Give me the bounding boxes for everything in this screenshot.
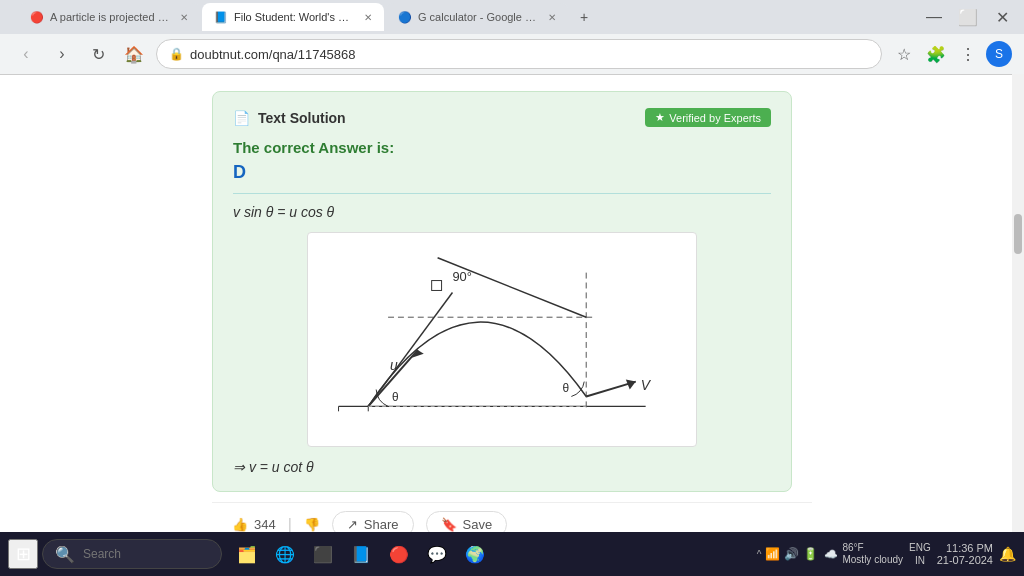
tab2-close[interactable]: ✕ xyxy=(364,12,372,23)
taskbar-icon-earth[interactable]: 🌍 xyxy=(458,537,492,571)
navigation-bar: ‹ › ↻ 🏠 🔒 doubtnut.com/qna/11745868 ☆ 🧩 … xyxy=(0,34,1024,74)
tray-network: 📶 xyxy=(765,547,780,561)
clock-date: 21-07-2024 xyxy=(937,554,993,566)
card-header: 📄 Text Solution ★ Verified by Experts xyxy=(233,108,771,127)
verified-text: Verified by Experts xyxy=(669,112,761,124)
share-button[interactable]: ↗ Share xyxy=(332,511,414,533)
tab2-favicon: 📘 xyxy=(214,11,228,24)
restore-button[interactable]: ⬜ xyxy=(954,3,982,31)
svg-line-5 xyxy=(368,292,452,406)
language-indicator: ENGIN xyxy=(909,541,931,567)
browser-actions: ☆ 🧩 ⋮ S xyxy=(890,40,1012,68)
text-solution-icon: 📄 xyxy=(233,110,250,126)
weather-icon: ☁️ xyxy=(824,548,838,561)
card-title: 📄 Text Solution xyxy=(233,110,346,126)
taskbar: ⊞ 🔍 🗂️ 🌐 ⬛ 📘 🔴 💬 🌍 ^ 📶 🔊 🔋 ☁️ 86°FMostly… xyxy=(0,532,1024,576)
taskbar-right: ^ 📶 🔊 🔋 ☁️ 86°FMostly cloudy ENGIN 11:36… xyxy=(757,541,1016,567)
taskbar-icon-teams[interactable]: 📘 xyxy=(344,537,378,571)
forward-button[interactable]: › xyxy=(48,40,76,68)
taskbar-app-icons: 🗂️ 🌐 ⬛ 📘 🔴 💬 🌍 xyxy=(230,537,492,571)
like-button[interactable]: 👍 344 xyxy=(232,517,276,532)
tab3-favicon: 🔵 xyxy=(398,11,412,24)
tray-chevron[interactable]: ^ xyxy=(757,549,762,560)
result-equation: ⇒ v = u cot θ xyxy=(233,459,771,475)
thumbs-down-icon: 👎 xyxy=(304,517,320,532)
verified-badge: ★ Verified by Experts xyxy=(645,108,771,127)
solution-card: 📄 Text Solution ★ Verified by Experts Th… xyxy=(212,91,792,492)
browser-chrome: 🔴 A particle is projected with a ve ✕ 📘 … xyxy=(0,0,1024,75)
svg-text:θ: θ xyxy=(392,390,399,404)
card-title-text: Text Solution xyxy=(258,110,346,126)
refresh-button[interactable]: ↻ xyxy=(84,40,112,68)
section-divider xyxy=(233,193,771,194)
taskbar-icon-edge[interactable]: 🌐 xyxy=(268,537,302,571)
svg-text:V: V xyxy=(641,377,652,393)
profile-avatar[interactable]: S xyxy=(986,41,1012,67)
taskbar-icon-files[interactable]: 🗂️ xyxy=(230,537,264,571)
svg-rect-15 xyxy=(432,281,442,291)
taskbar-search-box[interactable]: 🔍 xyxy=(42,539,222,569)
tab-particle[interactable]: 🔴 A particle is projected with a ve ✕ xyxy=(18,3,200,31)
taskbar-icon-chrome[interactable]: 🔴 xyxy=(382,537,416,571)
search-icon: 🔍 xyxy=(55,545,75,564)
tab-filo[interactable]: 📘 Filo Student: World's Only Live ✕ xyxy=(202,3,384,31)
taskbar-icon-store[interactable]: ⬛ xyxy=(306,537,340,571)
tab-calculator[interactable]: 🔵 G calculator - Google Search ✕ xyxy=(386,3,568,31)
tab1-close[interactable]: ✕ xyxy=(180,12,188,23)
start-button[interactable]: ⊞ xyxy=(8,539,38,569)
bookmark-icon: 🔖 xyxy=(441,517,457,532)
tab3-title: G calculator - Google Search xyxy=(418,11,538,23)
minimize-button[interactable]: — xyxy=(920,3,948,31)
dislike-button[interactable]: 👎 xyxy=(304,517,320,532)
tray-battery: 🔋 xyxy=(803,547,818,561)
share-label: Share xyxy=(364,517,399,532)
back-button[interactable]: ‹ xyxy=(12,40,40,68)
action-divider: | xyxy=(288,516,292,534)
address-bar[interactable]: 🔒 doubtnut.com/qna/11745868 xyxy=(156,39,882,69)
physics-diagram: u V θ θ 90° xyxy=(307,232,697,447)
scrollbar-thumb[interactable] xyxy=(1014,214,1022,254)
extensions-button[interactable]: 🧩 xyxy=(922,40,950,68)
tab-bar: 🔴 A particle is projected with a ve ✕ 📘 … xyxy=(0,0,1024,34)
window-close-button[interactable]: ✕ xyxy=(988,3,1016,31)
star-icon: ★ xyxy=(655,111,665,124)
weather-text: 86°FMostly cloudy xyxy=(842,542,903,566)
thumbs-up-icon: 👍 xyxy=(232,517,248,532)
action-bar: 👍 344 | 👎 ↗ Share 🔖 Save xyxy=(212,502,812,533)
equation-text: v sin θ = u cos θ xyxy=(233,204,771,220)
tab3-close[interactable]: ✕ xyxy=(548,12,556,23)
svg-text:90°: 90° xyxy=(452,269,471,284)
tab1-favicon: 🔴 xyxy=(30,11,44,24)
home-button[interactable]: 🏠 xyxy=(120,40,148,68)
tab1-title: A particle is projected with a ve xyxy=(50,11,170,23)
taskbar-icon-chat[interactable]: 💬 xyxy=(420,537,454,571)
svg-text:u: u xyxy=(390,357,398,373)
save-button[interactable]: 🔖 Save xyxy=(426,511,508,533)
system-clock[interactable]: 11:36 PM 21-07-2024 xyxy=(937,542,993,566)
url-text: doubtnut.com/qna/11745868 xyxy=(190,47,356,62)
svg-line-6 xyxy=(438,258,587,317)
notification-button[interactable]: 🔔 xyxy=(999,546,1016,562)
clock-time: 11:36 PM xyxy=(937,542,993,554)
new-tab-button[interactable]: + xyxy=(570,3,598,31)
tab2-title: Filo Student: World's Only Live xyxy=(234,11,354,23)
tray-speaker: 🔊 xyxy=(784,547,799,561)
like-count: 344 xyxy=(254,517,276,532)
weather-widget[interactable]: ☁️ 86°FMostly cloudy xyxy=(824,542,903,566)
browser-menu-button[interactable]: ⋮ xyxy=(954,40,982,68)
scrollbar-track[interactable] xyxy=(1012,74,1024,532)
correct-answer-label: The correct Answer is: xyxy=(233,139,771,156)
bookmark-star-button[interactable]: ☆ xyxy=(890,40,918,68)
share-icon: ↗ xyxy=(347,517,358,532)
taskbar-search-input[interactable] xyxy=(83,547,209,561)
answer-letter: D xyxy=(233,162,771,183)
svg-text:θ: θ xyxy=(562,381,569,395)
save-label: Save xyxy=(463,517,493,532)
lock-icon: 🔒 xyxy=(169,47,184,61)
system-tray: ^ 📶 🔊 🔋 xyxy=(757,547,819,561)
page-content: 📄 Text Solution ★ Verified by Experts Th… xyxy=(0,75,1024,533)
